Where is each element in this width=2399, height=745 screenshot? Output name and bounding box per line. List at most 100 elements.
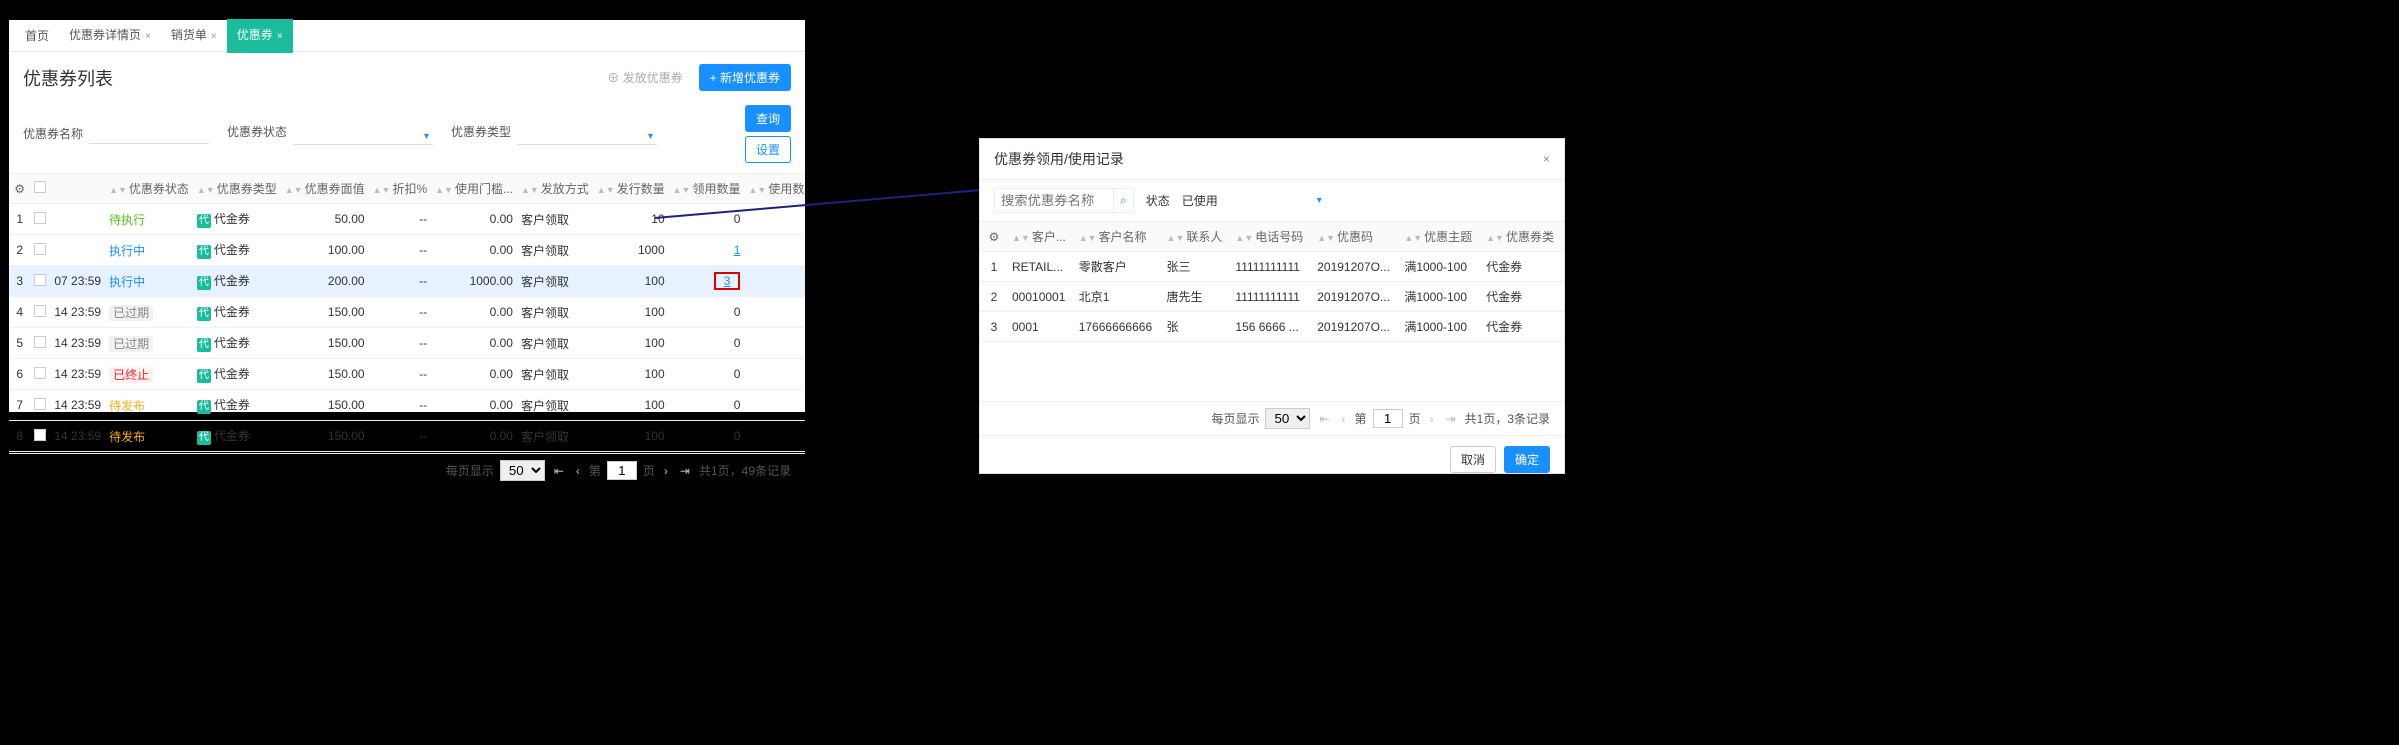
select-all-checkbox[interactable] — [34, 181, 46, 193]
last-page-icon[interactable]: ⇥ — [677, 464, 693, 478]
sort-icon[interactable]: ▲▼ — [197, 188, 215, 192]
cancel-button[interactable]: 取消 — [1450, 446, 1496, 473]
table-row[interactable]: 8 14 23:59 待发布 代代金券 150.00 -- 0.00 客户领取 … — [9, 421, 805, 452]
add-coupon-button[interactable]: + 新增优惠券 — [699, 64, 791, 91]
status-select[interactable]: ▾ — [293, 129, 433, 145]
row-checkbox[interactable] — [34, 429, 46, 441]
search-button[interactable]: 查询 — [745, 105, 791, 132]
table-row[interactable]: 2 00010001 北京1 唐先生 11111111111 20191207O… — [980, 282, 1564, 312]
per-label: 每页显示 — [1211, 410, 1259, 427]
table-row[interactable]: 1 RETAIL... 零散客户 张三 11111111111 20191207… — [980, 252, 1564, 282]
claimed-link[interactable]: 3 — [724, 274, 731, 288]
close-icon[interactable]: × — [211, 31, 217, 42]
close-icon[interactable]: × — [145, 31, 151, 42]
status-badge: 执行中 — [109, 244, 145, 258]
usage-table: ⚙ ▲▼客户... ▲▼客户名称 ▲▼联系人 ▲▼电话号码 ▲▼优惠码 ▲▼优惠… — [980, 221, 1564, 342]
chevron-down-icon: ▾ — [648, 131, 653, 142]
col-code: 客户... — [1032, 230, 1066, 244]
row-checkbox[interactable] — [34, 212, 46, 224]
last-page-icon[interactable]: ⇥ — [1443, 412, 1459, 426]
row-checkbox[interactable] — [34, 398, 46, 410]
close-icon[interactable]: × — [277, 31, 283, 42]
status-select[interactable]: 已使用▾ — [1182, 192, 1322, 209]
tab-detail[interactable]: 优惠券详情页 × — [59, 19, 161, 53]
ok-button[interactable]: 确定 — [1504, 446, 1550, 473]
type-filter-label: 优惠券类型 — [451, 125, 511, 139]
first-page-icon[interactable]: ⇤ — [1316, 412, 1332, 426]
page-input[interactable] — [1373, 409, 1403, 428]
prev-page-icon[interactable]: ‹ — [1339, 412, 1349, 426]
status-badge: 已过期 — [109, 336, 153, 352]
page-title: 优惠券列表 — [23, 65, 113, 91]
next-page-icon[interactable]: › — [1427, 412, 1437, 426]
per-select[interactable]: 50 — [1265, 408, 1310, 429]
sort-icon[interactable]: ▲▼ — [521, 188, 539, 192]
type-badge-icon: 代 — [197, 431, 211, 445]
table-row[interactable]: 4 14 23:59 已过期 代代金券 150.00 -- 0.00 客户领取 … — [9, 297, 805, 328]
row-checkbox[interactable] — [34, 243, 46, 255]
issue-label: 发放优惠券 — [623, 71, 683, 85]
table-row[interactable]: 5 14 23:59 已过期 代代金券 150.00 -- 0.00 客户领取 … — [9, 328, 805, 359]
filter-bar: 优惠券名称 优惠券状态▾ 优惠券类型▾ 查询 设置 — [9, 99, 805, 173]
type-select[interactable]: ▾ — [517, 129, 657, 145]
table-row[interactable]: 3 07 23:59 执行中 代代金券 200.00 -- 1000.00 客户… — [9, 266, 805, 297]
tab-coupon[interactable]: 优惠券 × — [227, 19, 293, 53]
sort-icon[interactable]: ▲▼ — [435, 188, 453, 192]
first-page-icon[interactable]: ⇤ — [551, 464, 567, 478]
pager-total: 共1页，49条记录 — [699, 462, 791, 479]
pager: 每页显示 50 ⇤ ‹ 第 页 › ⇥ 共1页，49条记录 — [9, 453, 805, 487]
claimed-link[interactable]: 1 — [734, 243, 741, 257]
gear-icon[interactable]: ⚙ — [14, 182, 25, 196]
dialog-footer: 取消 确定 — [980, 435, 1564, 483]
row-checkbox[interactable] — [34, 367, 46, 379]
search-input[interactable] — [994, 188, 1114, 213]
sort-icon[interactable]: ▲▼ — [109, 188, 127, 192]
dialog-header: 优惠券领用/使用记录 × — [980, 139, 1564, 180]
tab-bar: 首页 优惠券详情页 × 销货单× 优惠券 × — [9, 20, 805, 52]
gear-icon[interactable]: ⚙ — [989, 230, 1000, 244]
table-row[interactable]: 3 0001 17666666666 张 156 6666 ... 201912… — [980, 312, 1564, 342]
sort-icon[interactable]: ▲▼ — [1486, 236, 1504, 240]
tab-sales[interactable]: 销货单× — [161, 19, 227, 53]
sort-icon[interactable]: ▲▼ — [597, 188, 615, 192]
sort-icon[interactable]: ▲▼ — [1012, 236, 1030, 240]
sort-icon[interactable]: ▲▼ — [1404, 236, 1422, 240]
name-input[interactable] — [89, 125, 209, 144]
sort-icon[interactable]: ▲▼ — [1317, 236, 1335, 240]
sort-icon[interactable]: ▲▼ — [1235, 236, 1253, 240]
dialog-body: ⚙ ▲▼客户... ▲▼客户名称 ▲▼联系人 ▲▼电话号码 ▲▼优惠码 ▲▼优惠… — [980, 221, 1564, 401]
next-page-icon[interactable]: › — [661, 464, 671, 478]
issue-coupon-button[interactable]: ⊕ 发放优惠券 — [597, 65, 692, 90]
settings-button[interactable]: 设置 — [745, 136, 791, 163]
sort-icon[interactable]: ▲▼ — [285, 188, 303, 192]
page-label-l: 第 — [1355, 410, 1367, 427]
row-checkbox[interactable] — [34, 305, 46, 317]
col-cno: 优惠码 — [1337, 230, 1373, 244]
page-input[interactable] — [607, 461, 637, 480]
tab-coupon-label: 优惠券 — [237, 28, 273, 42]
prev-page-icon[interactable]: ‹ — [573, 464, 583, 478]
tab-home[interactable]: 首页 — [15, 20, 59, 52]
sort-icon[interactable]: ▲▼ — [1167, 236, 1185, 240]
page-label-l: 第 — [589, 462, 601, 479]
sort-icon[interactable]: ▲▼ — [1079, 236, 1097, 240]
claimed-highlight: 3 — [714, 272, 741, 290]
col-threshold: 使用门槛... — [455, 182, 513, 196]
search-icon[interactable]: ⌕ — [1114, 188, 1134, 213]
sort-icon[interactable]: ▲▼ — [373, 188, 391, 192]
table-row[interactable]: 7 14 23:59 待发布 代代金券 150.00 -- 0.00 客户领取 … — [9, 390, 805, 421]
close-icon[interactable]: × — [1543, 152, 1550, 166]
type-badge-icon: 代 — [197, 276, 211, 290]
status-filter-label: 优惠券状态 — [227, 125, 287, 139]
type-badge-icon: 代 — [197, 307, 211, 321]
table-row[interactable]: 6 14 23:59 已终止 代代金券 150.00 -- 0.00 客户领取 … — [9, 359, 805, 390]
status-badge: 已终止 — [109, 367, 153, 383]
per-select[interactable]: 50 — [500, 460, 545, 481]
usage-dialog: 优惠券领用/使用记录 × ⌕ 状态 已使用▾ ⚙ ▲▼客户... ▲▼客户名称 … — [979, 138, 1565, 474]
dialog-pager: 每页显示 50 ⇤ ‹ 第 页 › ⇥ 共1页，3条记录 — [980, 401, 1564, 435]
row-checkbox[interactable] — [34, 274, 46, 286]
tab-detail-label: 优惠券详情页 — [69, 28, 141, 42]
col-type: 优惠券类 — [1506, 230, 1554, 244]
row-checkbox[interactable] — [34, 336, 46, 348]
col-phone: 电话号码 — [1255, 230, 1303, 244]
